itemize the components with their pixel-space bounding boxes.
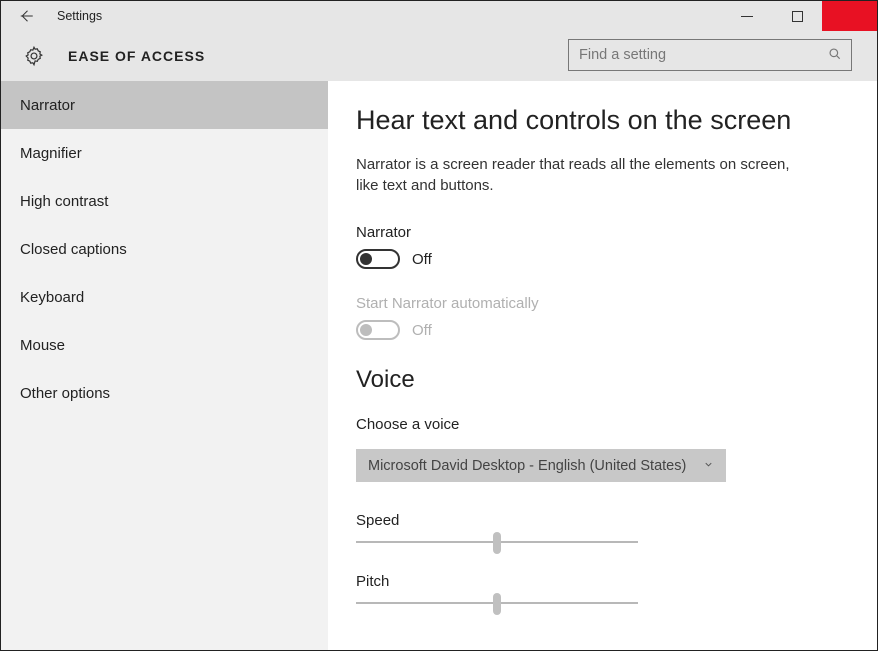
voice-heading: Voice <box>356 366 837 394</box>
voice-dropdown[interactable]: Microsoft David Desktop - English (Unite… <box>356 449 726 482</box>
titlebar: Settings <box>1 1 877 31</box>
autostart-toggle-label: Start Narrator automatically <box>356 295 837 312</box>
search-box[interactable] <box>568 39 852 71</box>
sidebar-item-magnifier[interactable]: Magnifier <box>1 129 328 177</box>
main-panel: Hear text and controls on the screen Nar… <box>328 81 877 650</box>
settings-window: Settings EASE OF ACCESS Narrator Magnifi… <box>0 0 878 651</box>
autostart-toggle <box>356 320 400 340</box>
page-description: Narrator is a screen reader that reads a… <box>356 154 796 196</box>
sidebar-item-high-contrast[interactable]: High contrast <box>1 177 328 225</box>
pitch-slider[interactable] <box>356 602 638 604</box>
sidebar-item-label: Keyboard <box>20 289 84 306</box>
close-button[interactable] <box>822 1 877 31</box>
narrator-toggle-label: Narrator <box>356 224 837 241</box>
category-title: EASE OF ACCESS <box>68 48 205 64</box>
sidebar-item-label: Magnifier <box>20 145 82 162</box>
sidebar: Narrator Magnifier High contrast Closed … <box>1 81 328 650</box>
autostart-toggle-state: Off <box>412 322 432 339</box>
sidebar-item-label: Mouse <box>20 337 65 354</box>
header: EASE OF ACCESS <box>1 31 877 81</box>
chevron-down-icon <box>703 459 714 473</box>
choose-voice-label: Choose a voice <box>356 416 837 433</box>
sidebar-item-keyboard[interactable]: Keyboard <box>1 273 328 321</box>
search-icon <box>819 47 851 64</box>
sidebar-item-narrator[interactable]: Narrator <box>1 81 328 129</box>
search-input[interactable] <box>569 47 819 63</box>
sidebar-item-mouse[interactable]: Mouse <box>1 321 328 369</box>
sidebar-item-label: Closed captions <box>20 241 127 258</box>
maximize-button[interactable] <box>772 1 822 31</box>
speed-slider-thumb[interactable] <box>493 532 501 554</box>
narrator-toggle-state: Off <box>412 251 432 268</box>
minimize-button[interactable] <box>722 1 772 31</box>
sidebar-item-label: High contrast <box>20 193 108 210</box>
back-button[interactable] <box>1 1 51 31</box>
pitch-slider-thumb[interactable] <box>493 593 501 615</box>
pitch-label: Pitch <box>356 573 837 590</box>
sidebar-item-label: Narrator <box>20 97 75 114</box>
gear-icon <box>23 45 45 67</box>
page-heading: Hear text and controls on the screen <box>356 105 837 136</box>
sidebar-item-other-options[interactable]: Other options <box>1 369 328 417</box>
back-arrow-icon <box>17 7 35 25</box>
sidebar-item-closed-captions[interactable]: Closed captions <box>1 225 328 273</box>
narrator-toggle[interactable] <box>356 249 400 269</box>
speed-slider[interactable] <box>356 541 638 543</box>
voice-dropdown-value: Microsoft David Desktop - English (Unite… <box>368 458 686 474</box>
speed-label: Speed <box>356 512 837 529</box>
window-title: Settings <box>57 9 102 23</box>
window-controls <box>722 1 877 31</box>
sidebar-item-label: Other options <box>20 385 110 402</box>
body: Narrator Magnifier High contrast Closed … <box>1 81 877 650</box>
